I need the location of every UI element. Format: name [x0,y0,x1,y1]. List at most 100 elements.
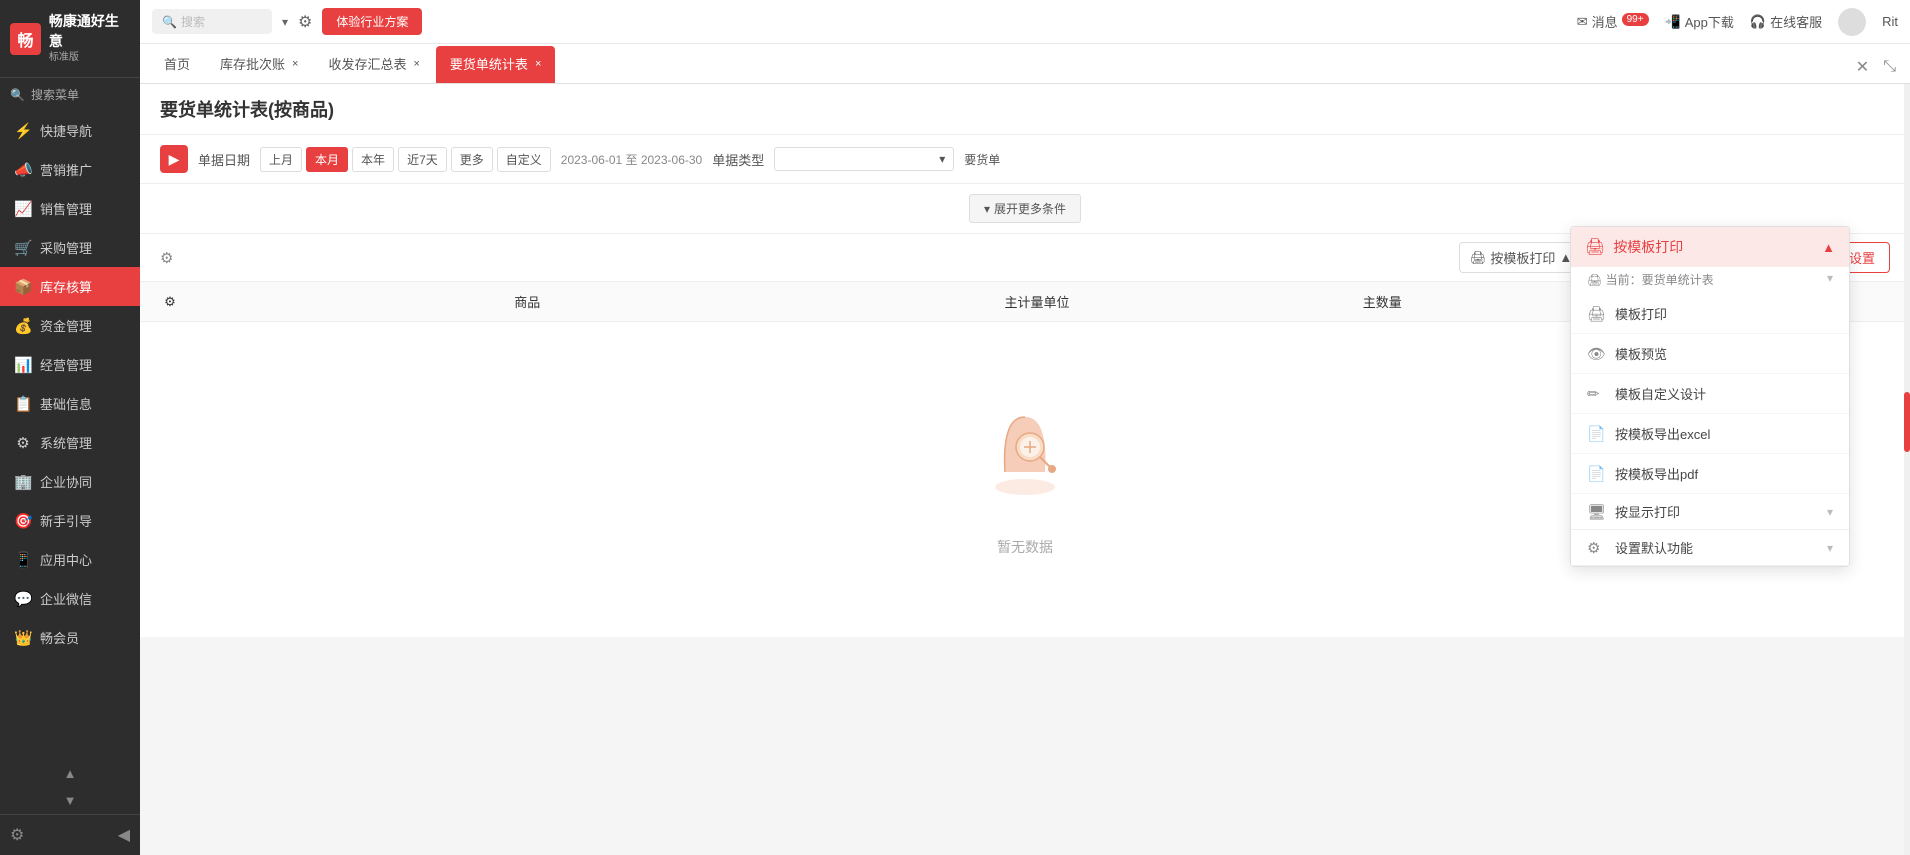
sidebar-search-label: 搜索菜单 [31,86,79,103]
chevron-down-icon: ▾ [939,152,945,166]
sidebar-item-operations[interactable]: 📊 经营管理 [0,345,140,384]
print-label: 按模板打印 [1490,248,1555,267]
date-range-text: 2023-06-01 至 2023-06-30 [561,151,702,168]
expand-arrow-icon2: ▾ [1827,541,1833,555]
dropdown-item-set-default[interactable]: ⚙ 设置默认功能 ▾ [1571,530,1849,566]
chevron-down-icon: ▾ [1827,271,1833,285]
chevron-down-icon: ▾ [984,202,990,216]
export-excel-label: 按模板导出excel [1615,424,1710,443]
date-btn-more[interactable]: 更多 [451,147,493,172]
tab-receipt-summary-label: 收发存汇总表 [328,54,406,73]
user-avatar[interactable] [1838,8,1866,36]
header-gear-btn[interactable]: ⚙ [298,12,312,32]
date-btn-last-7-days[interactable]: 近7天 [398,147,447,172]
sidebar-item-marketing[interactable]: 📣 营销推广 [0,150,140,189]
tab-close-order-stats[interactable]: × [535,58,541,70]
filter-bar: ▶ 单据日期 上月 本月 本年 近7天 更多 自定义 2023-06-01 至 … [140,135,1910,184]
online-service-label: 在线客服 [1770,12,1822,31]
dropdown-item-template-design[interactable]: ✏ 模板自定义设计 [1571,374,1849,414]
sidebar-footer: ⚙ ◀ [0,814,140,855]
sidebar-item-app-center[interactable]: 📱 应用中心 [0,540,140,579]
scrollbar-thumb[interactable] [1904,392,1910,452]
marketing-icon: 📣 [14,161,32,179]
tab-close-all-btn[interactable]: ✕ [1852,55,1873,79]
messages-btn[interactable]: ✉ 消息 99+ [1577,12,1649,31]
purchase-icon: 🛒 [14,239,32,257]
excel-item-icon: 📄 [1587,425,1605,443]
dropdown-item-export-pdf[interactable]: 📄 按模板导出pdf [1571,454,1849,494]
sidebar-scroll-up[interactable]: ▲ [0,760,140,787]
tab-home-label: 首页 [164,54,190,73]
sidebar-item-label: 营销推广 [40,160,92,179]
tab-order-stats[interactable]: 要货单统计表 × [436,46,555,83]
tab-close-inventory-batch[interactable]: × [292,58,298,70]
sidebar-item-label: 畅会员 [40,628,79,647]
date-btn-current-month[interactable]: 本月 [306,147,348,172]
top-search-box[interactable]: 🔍 搜索 [152,9,272,34]
finance-icon: 💰 [14,317,32,335]
default-item-icon: ⚙ [1587,539,1605,557]
th-qty: 主数量 [1210,282,1555,321]
tab-home[interactable]: 首页 [150,46,204,83]
tab-order-stats-label: 要货单统计表 [450,54,528,73]
sidebar-item-quick-nav[interactable]: ⚡ 快捷导航 [0,111,140,150]
basic-info-icon: 📋 [14,395,32,413]
sidebar-item-inventory[interactable]: 📦 库存核算 [0,267,140,306]
app-center-icon: 📱 [14,551,32,569]
yaohuodan-label: 要货单 [964,151,1000,168]
sidebar-item-enterprise[interactable]: 🏢 企业协同 [0,462,140,501]
dropdown-item-template-print[interactable]: 🖨 模板打印 [1571,294,1849,334]
sidebar-item-system[interactable]: ⚙ 系统管理 [0,423,140,462]
app-download-btn[interactable]: 📲 App下载 [1665,12,1734,31]
sidebar-item-label: 销售管理 [40,199,92,218]
sidebar-scroll-down[interactable]: ▼ [0,787,140,814]
dropdown-collapse-btn[interactable]: ▲ [1822,240,1835,255]
date-btn-current-year[interactable]: 本年 [352,147,394,172]
export-pdf-label: 按模板导出pdf [1615,464,1698,483]
date-btn-custom[interactable]: 自定义 [497,147,551,172]
collapse-icon[interactable]: ◀ [118,825,130,845]
sidebar-item-wechat[interactable]: 💬 企业微信 [0,579,140,618]
sidebar-item-guide[interactable]: 🎯 新手引导 [0,501,140,540]
dropdown-item-export-excel[interactable]: 📄 按模板导出excel [1571,414,1849,454]
th-gear[interactable]: ⚙ [150,284,190,320]
sidebar-item-sales[interactable]: 📈 销售管理 [0,189,140,228]
guide-icon: 🎯 [14,512,32,530]
dropdown-item-template-preview[interactable]: 👁 模板预览 [1571,334,1849,374]
trial-btn[interactable]: 体验行业方案 [322,8,422,35]
service-icon: 🎧 [1750,14,1766,30]
design-item-icon: ✏ [1587,385,1605,403]
settings-icon[interactable]: ⚙ [10,825,24,845]
sidebar-item-label: 应用中心 [40,550,92,569]
sidebar-item-basic-info[interactable]: 📋 基础信息 [0,384,140,423]
header-dropdown-btn[interactable]: ▾ [282,15,288,29]
tab-expand-btn[interactable]: ⤡ [1879,56,1900,78]
sidebar-search-item[interactable]: 🔍 搜索菜单 [0,78,140,111]
date-btn-prev-month[interactable]: 上月 [260,147,302,172]
messages-badge: 99+ [1622,13,1649,26]
doc-type-select[interactable]: ▾ [774,147,954,171]
sidebar-item-label: 经营管理 [40,355,92,374]
search-icon: 🔍 [162,15,177,29]
doc-type-label: 单据类型 [712,150,764,169]
right-scrollbar[interactable] [1904,84,1910,855]
tab-receipt-summary[interactable]: 收发存汇总表 × [314,46,433,83]
sidebar-item-finance[interactable]: 💰 资金管理 [0,306,140,345]
sidebar-item-membership[interactable]: 👑 畅会员 [0,618,140,657]
sidebar-item-purchase[interactable]: 🛒 采购管理 [0,228,140,267]
dropdown-item-display-print[interactable]: 🖥 按显示打印 ▾ [1571,494,1849,530]
sidebar-item-label: 企业微信 [40,589,92,608]
app-logo-text: 畅康通好生意 标准版 [49,12,130,65]
tab-inventory-batch[interactable]: 库存批次账 × [206,46,312,83]
toolbar-gear-icon[interactable]: ⚙ [160,249,173,267]
message-icon: ✉ [1577,14,1588,30]
online-service-btn[interactable]: 🎧 在线客服 [1750,12,1822,31]
print-btn[interactable]: 🖨 按模板打印 ▲ [1459,242,1583,273]
app-logo-icon: 畅 [10,23,41,55]
app-subtitle: 标准版 [49,51,130,65]
tab-close-receipt-summary[interactable]: × [413,58,419,70]
filter-expand-btn[interactable]: ▶ [160,145,188,173]
pdf-item-icon: 📄 [1587,465,1605,483]
system-icon: ⚙ [14,434,32,452]
expand-more-btn[interactable]: ▾ 展开更多条件 [969,194,1081,223]
